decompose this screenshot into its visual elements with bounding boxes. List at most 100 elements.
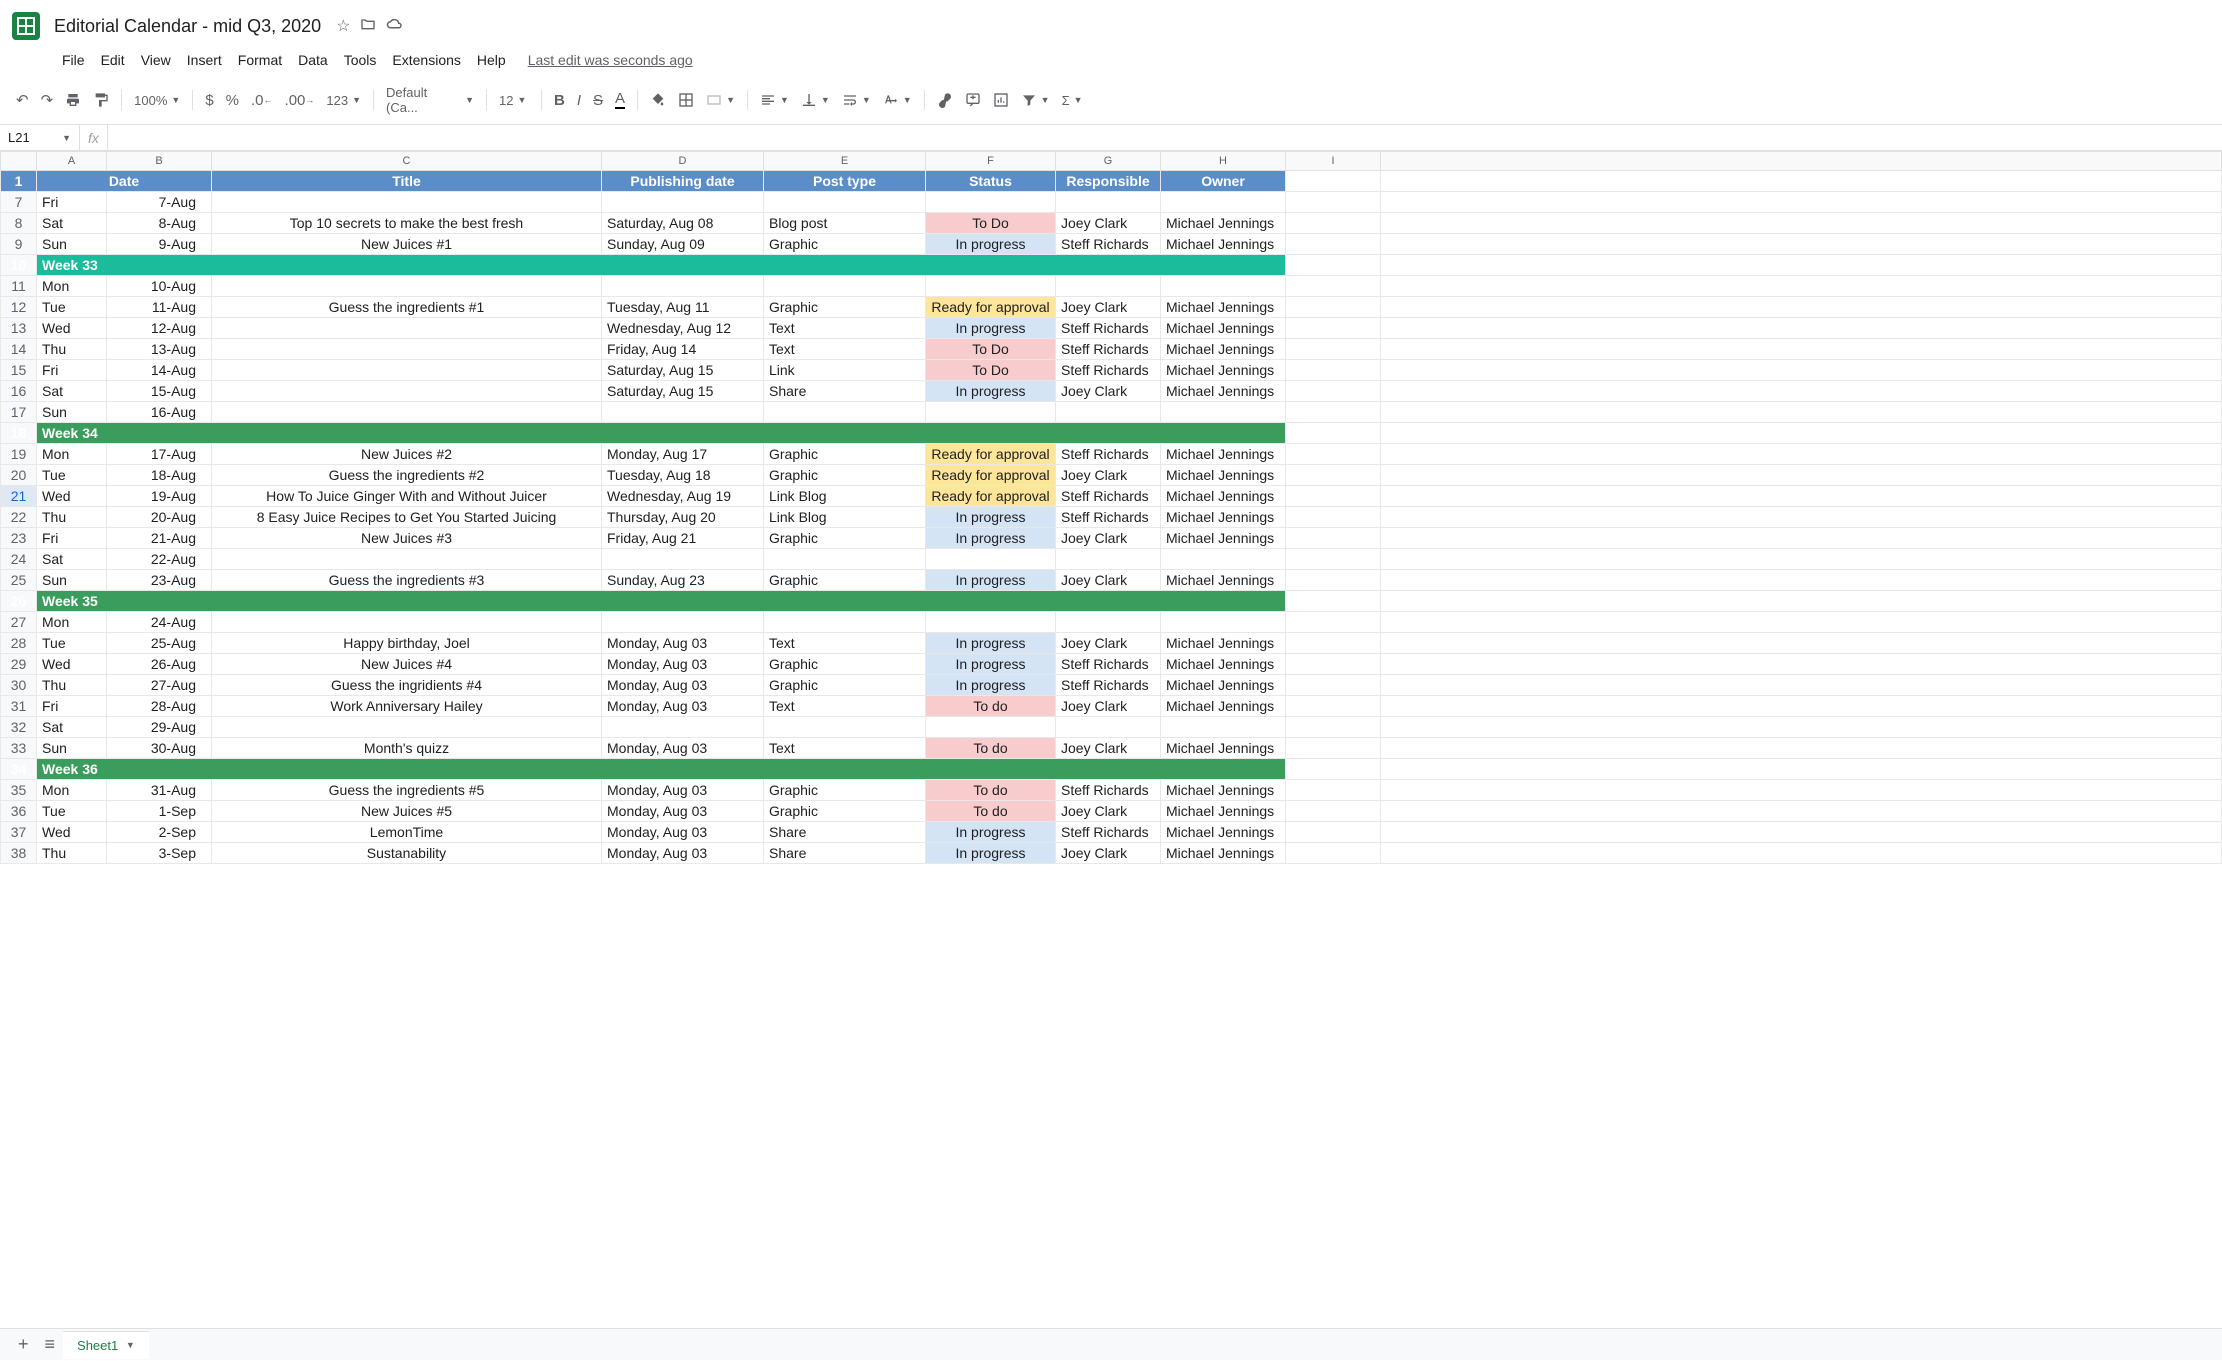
cell[interactable] [1056, 612, 1161, 633]
cell[interactable]: 21-Aug [107, 528, 212, 549]
cell[interactable]: Joey Clark [1056, 297, 1161, 318]
cell[interactable] [1286, 822, 1381, 843]
cell[interactable]: Steff Richards [1056, 318, 1161, 339]
cell[interactable] [1381, 171, 2222, 192]
row-header[interactable]: 37 [1, 822, 37, 843]
cell[interactable] [1286, 171, 1381, 192]
cell[interactable]: Thu [37, 843, 107, 864]
cell[interactable]: Share [764, 381, 926, 402]
cell[interactable] [1286, 570, 1381, 591]
cell[interactable]: Wednesday, Aug 19 [602, 486, 764, 507]
cell[interactable]: Guess the ingredients #5 [212, 780, 602, 801]
cell[interactable]: Joey Clark [1056, 738, 1161, 759]
col-header-D[interactable]: D [602, 152, 764, 171]
cell[interactable]: Thu [37, 675, 107, 696]
cell[interactable]: Monday, Aug 03 [602, 801, 764, 822]
cell[interactable] [1286, 360, 1381, 381]
cell[interactable]: Michael Jennings [1161, 360, 1286, 381]
cell[interactable] [1381, 444, 2222, 465]
cell[interactable]: Saturday, Aug 15 [602, 381, 764, 402]
table-row[interactable]: 7Fri7-Aug [1, 192, 2222, 213]
cell[interactable] [1056, 276, 1161, 297]
col-header-B[interactable]: B [107, 152, 212, 171]
cell[interactable]: Publishing date [602, 171, 764, 192]
redo-icon[interactable]: ↷ [35, 86, 60, 114]
col-header-C[interactable]: C [212, 152, 602, 171]
fill-color-icon[interactable] [644, 87, 672, 113]
row-header[interactable]: 34 [1, 759, 37, 780]
cell[interactable] [764, 549, 926, 570]
cell[interactable]: 11-Aug [107, 297, 212, 318]
font-size-dropdown[interactable]: 12▼ [493, 90, 535, 111]
cell[interactable]: Ready for approval [926, 486, 1056, 507]
row-header[interactable]: 32 [1, 717, 37, 738]
cell[interactable]: Tue [37, 297, 107, 318]
cell[interactable] [1381, 381, 2222, 402]
print-icon[interactable] [59, 87, 87, 113]
cell[interactable]: In progress [926, 633, 1056, 654]
week-cell[interactable]: Week 34 [37, 423, 1286, 444]
cell[interactable] [1286, 801, 1381, 822]
cell[interactable] [1381, 780, 2222, 801]
table-row[interactable]: 28Tue25-AugHappy birthday, JoelMonday, A… [1, 633, 2222, 654]
cell[interactable]: Guess the ingredients #1 [212, 297, 602, 318]
cell[interactable] [1286, 339, 1381, 360]
cell[interactable]: Joey Clark [1056, 465, 1161, 486]
cell[interactable]: Sat [37, 717, 107, 738]
cell[interactable] [1381, 402, 2222, 423]
table-row[interactable]: 13Wed12-AugWednesday, Aug 12TextIn progr… [1, 318, 2222, 339]
cell[interactable]: Fri [37, 528, 107, 549]
grid-container[interactable]: A B C D E F G H I 1DateTitlePublishing d… [0, 151, 2222, 1361]
currency-button[interactable]: $ [199, 87, 219, 114]
cell[interactable]: Tue [37, 801, 107, 822]
cell[interactable]: To Do [926, 360, 1056, 381]
cell[interactable] [602, 549, 764, 570]
row-header[interactable]: 17 [1, 402, 37, 423]
cell[interactable]: Sat [37, 549, 107, 570]
table-row[interactable]: 35Mon31-AugGuess the ingredients #5Monda… [1, 780, 2222, 801]
cell[interactable]: In progress [926, 570, 1056, 591]
cell[interactable]: Graphic [764, 801, 926, 822]
cell[interactable]: 13-Aug [107, 339, 212, 360]
row-header[interactable]: 1 [1, 171, 37, 192]
cell[interactable]: Thu [37, 339, 107, 360]
functions-dropdown[interactable]: Σ▼ [1056, 90, 1089, 111]
cell[interactable]: New Juices #2 [212, 444, 602, 465]
cell[interactable] [1381, 570, 2222, 591]
row-header[interactable]: 12 [1, 297, 37, 318]
cell[interactable]: Text [764, 738, 926, 759]
decrease-decimal-button[interactable]: .0← [245, 87, 279, 114]
cell[interactable]: Ready for approval [926, 297, 1056, 318]
table-row[interactable]: 21Wed19-AugHow To Juice Ginger With and … [1, 486, 2222, 507]
cell[interactable]: In progress [926, 822, 1056, 843]
cell[interactable] [1381, 801, 2222, 822]
cell[interactable]: Joey Clark [1056, 381, 1161, 402]
cell[interactable] [1381, 465, 2222, 486]
cell[interactable] [926, 717, 1056, 738]
table-row[interactable]: 38Thu3-SepSustanabilityMonday, Aug 03Sha… [1, 843, 2222, 864]
table-row[interactable]: 23Fri21-AugNew Juices #3Friday, Aug 21Gr… [1, 528, 2222, 549]
row-header[interactable]: 8 [1, 213, 37, 234]
cell[interactable] [1381, 822, 2222, 843]
cell[interactable]: 14-Aug [107, 360, 212, 381]
star-icon[interactable]: ☆ [336, 16, 350, 36]
cell[interactable] [212, 381, 602, 402]
cell[interactable]: Michael Jennings [1161, 528, 1286, 549]
cell[interactable]: Wed [37, 318, 107, 339]
cell[interactable]: Fri [37, 696, 107, 717]
last-edit-link[interactable]: Last edit was seconds ago [528, 52, 693, 68]
row-header[interactable]: 10 [1, 255, 37, 276]
cell[interactable] [1286, 255, 1381, 276]
cell[interactable]: Saturday, Aug 08 [602, 213, 764, 234]
cell[interactable]: Mon [37, 780, 107, 801]
menu-edit[interactable]: Edit [93, 48, 133, 72]
cell[interactable]: Graphic [764, 780, 926, 801]
all-sheets-icon[interactable]: ≡ [37, 1330, 64, 1359]
cell[interactable] [1381, 423, 2222, 444]
cell[interactable]: 7-Aug [107, 192, 212, 213]
table-row[interactable]: 34Week 36 [1, 759, 2222, 780]
cell[interactable] [926, 402, 1056, 423]
cell[interactable]: Michael Jennings [1161, 444, 1286, 465]
cell[interactable] [1381, 318, 2222, 339]
cell[interactable] [764, 717, 926, 738]
